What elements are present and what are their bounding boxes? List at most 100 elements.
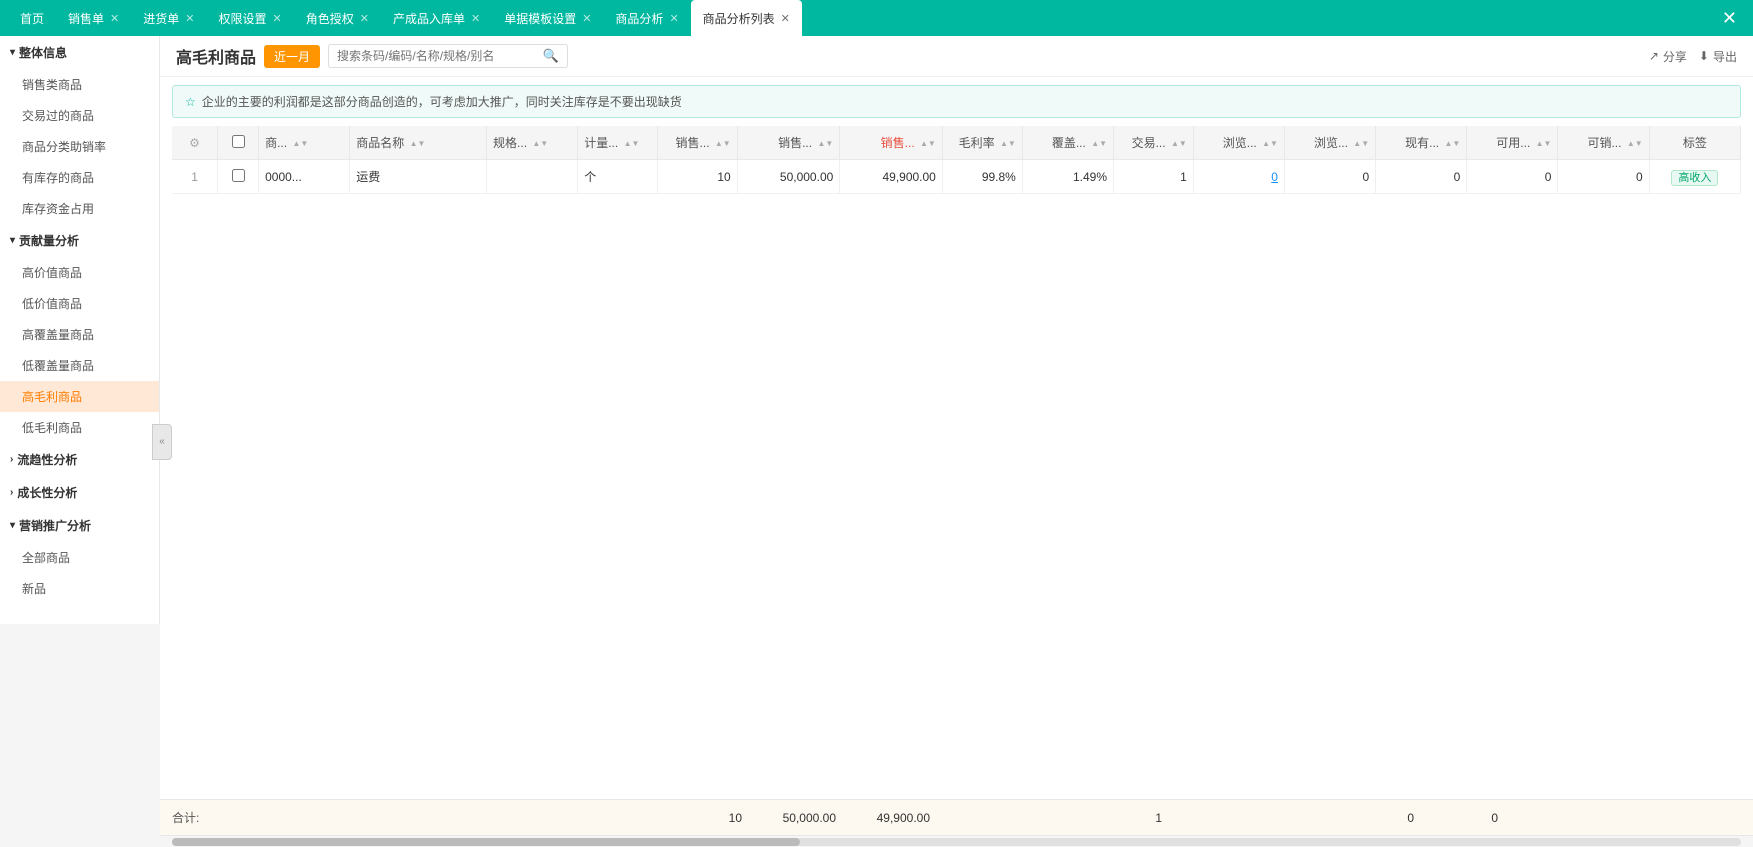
sidebar-group-overall[interactable]: ▾ 整体信息: [0, 36, 159, 69]
nav-item-purchase[interactable]: 进货单 ✕: [131, 0, 206, 36]
sidebar-item-high-margin[interactable]: 高毛利商品: [0, 381, 159, 412]
col-header-name[interactable]: 商品名称 ▲▼: [350, 126, 487, 160]
nav-item-template[interactable]: 单据模板设置 ✕: [492, 0, 603, 36]
sort-name-icon[interactable]: ▲▼: [410, 140, 426, 148]
sidebar-group-contribution[interactable]: ▾ 贡献量分析: [0, 224, 159, 257]
col-header-sale-profit[interactable]: 销售... ▲▼: [840, 126, 943, 160]
close-role-icon[interactable]: ✕: [360, 12, 369, 25]
sort-saleable-icon[interactable]: ▲▼: [1627, 140, 1643, 148]
sidebar-collapse-button[interactable]: «: [152, 424, 172, 460]
close-analysis-list-icon[interactable]: ✕: [781, 12, 790, 25]
sort-browse1-icon[interactable]: ▲▼: [1262, 140, 1278, 148]
col-header-coverage[interactable]: 覆盖... ▲▼: [1022, 126, 1113, 160]
sidebar-item-low-value[interactable]: 低价值商品: [0, 288, 159, 319]
col-header-sale-amt[interactable]: 销售... ▲▼: [737, 126, 840, 160]
row-tag-1[interactable]: 高收入: [1649, 160, 1740, 194]
close-inbound-icon[interactable]: ✕: [471, 12, 480, 25]
row-margin-rate-1: 99.8%: [942, 160, 1022, 194]
data-table: ⚙ 商... ▲▼ 商品名称 ▲▼: [172, 126, 1741, 194]
footer-sale-amt: 50,000.00: [746, 811, 836, 825]
row-coverage-1: 1.49%: [1022, 160, 1113, 194]
gear-icon[interactable]: ⚙: [189, 136, 200, 150]
nav-item-role[interactable]: 角色授权 ✕: [294, 0, 381, 36]
nav-item-permission[interactable]: 权限设置 ✕: [206, 0, 293, 36]
nav-item-inbound[interactable]: 产成品入库单 ✕: [381, 0, 492, 36]
filter-recent-month-button[interactable]: 近一月: [264, 45, 320, 68]
nav-item-home[interactable]: 首页: [8, 0, 56, 36]
row-stock-1: 0: [1376, 160, 1467, 194]
col-header-stock[interactable]: 现有... ▲▼: [1376, 126, 1467, 160]
sort-margin-icon[interactable]: ▲▼: [1000, 140, 1016, 148]
col-header-avail[interactable]: 可用... ▲▼: [1467, 126, 1558, 160]
sidebar-group-flow[interactable]: › 流趋性分析: [0, 443, 159, 476]
sort-code-icon[interactable]: ▲▼: [292, 140, 308, 148]
sidebar-item-high-coverage[interactable]: 高覆盖量商品: [0, 319, 159, 350]
search-input[interactable]: [337, 49, 539, 63]
col-header-sale-qty[interactable]: 销售... ▲▼: [657, 126, 737, 160]
col-header-saleable[interactable]: 可销... ▲▼: [1558, 126, 1649, 160]
footer-trade: 1: [1092, 811, 1162, 825]
row-name-1: 运费: [350, 160, 487, 194]
scrollbar-thumb[interactable]: [172, 838, 800, 846]
nav-item-analysis-list[interactable]: 商品分析列表 ✕: [691, 0, 802, 36]
sort-browse2-icon[interactable]: ▲▼: [1353, 140, 1369, 148]
sidebar-item-high-value[interactable]: 高价值商品: [0, 257, 159, 288]
sidebar-item-traded-goods[interactable]: 交易过的商品: [0, 100, 159, 131]
col-header-spec[interactable]: 规格... ▲▼: [487, 126, 578, 160]
row-browse1-1[interactable]: 0: [1193, 160, 1284, 194]
window-close-icon[interactable]: ✕: [1714, 8, 1745, 29]
row-code-1: 0000...: [259, 160, 350, 194]
sort-saleqty-icon[interactable]: ▲▼: [715, 140, 731, 148]
footer-avail: 0: [1418, 811, 1498, 825]
sort-stock-icon[interactable]: ▲▼: [1444, 140, 1460, 148]
col-header-browse2[interactable]: 浏览... ▲▼: [1284, 126, 1375, 160]
nav-item-sales[interactable]: 销售单 ✕: [56, 0, 131, 36]
close-analysis-icon[interactable]: ✕: [669, 12, 678, 25]
browse1-link-1[interactable]: 0: [1271, 170, 1278, 184]
page-title: 高毛利商品: [176, 44, 256, 68]
sidebar-item-low-margin[interactable]: 低毛利商品: [0, 412, 159, 443]
export-button[interactable]: ⬇ 导出: [1699, 48, 1737, 65]
tip-text: 企业的主要的利润都是这部分商品创造的，可考虑加大推广，同时关注库存是不要出现缺货: [202, 93, 682, 110]
sidebar-item-in-stock[interactable]: 有库存的商品: [0, 162, 159, 193]
nav-item-analysis[interactable]: 商品分析 ✕: [603, 0, 690, 36]
sidebar-group-growth[interactable]: › 成长性分析: [0, 476, 159, 509]
table-scroll-bar[interactable]: [160, 835, 1753, 847]
sidebar-item-sales-goods[interactable]: 销售类商品: [0, 69, 159, 100]
footer-summary: 合计: 10 50,000.00 49,900.00 1 0 0: [160, 799, 1753, 835]
col-header-code[interactable]: 商... ▲▼: [259, 126, 350, 160]
close-template-icon[interactable]: ✕: [582, 12, 591, 25]
col-header-trade[interactable]: 交易... ▲▼: [1114, 126, 1194, 160]
sidebar-item-category-rate[interactable]: 商品分类助销率: [0, 131, 159, 162]
share-button[interactable]: ↗ 分享: [1649, 48, 1687, 65]
sort-trade-icon[interactable]: ▲▼: [1171, 140, 1187, 148]
sort-unit-icon[interactable]: ▲▼: [624, 140, 640, 148]
sidebar-item-low-coverage[interactable]: 低覆盖量商品: [0, 350, 159, 381]
sidebar-group-marketing[interactable]: ▾ 营销推广分析: [0, 509, 159, 542]
col-header-browse1[interactable]: 浏览... ▲▼: [1193, 126, 1284, 160]
sort-coverage-icon[interactable]: ▲▼: [1091, 140, 1107, 148]
close-purchase-icon[interactable]: ✕: [185, 12, 194, 25]
sort-avail-icon[interactable]: ▲▼: [1536, 140, 1552, 148]
sidebar-item-all-goods[interactable]: 全部商品: [0, 542, 159, 573]
sort-saleamt-icon[interactable]: ▲▼: [817, 140, 833, 148]
sort-spec-icon[interactable]: ▲▼: [532, 140, 548, 148]
row-checkbox-1[interactable]: [232, 169, 245, 182]
col-header-unit[interactable]: 计量... ▲▼: [578, 126, 658, 160]
col-header-margin-rate[interactable]: 毛利率 ▲▼: [942, 126, 1022, 160]
collapse-contribution-icon: ▾: [10, 235, 15, 246]
select-all-checkbox[interactable]: [232, 135, 245, 148]
close-sales-icon[interactable]: ✕: [110, 12, 119, 25]
main-layout: ▾ 整体信息 销售类商品 交易过的商品 商品分类助销率 有库存的商品 库存资金占…: [0, 36, 1753, 847]
row-saleable-1: 0: [1558, 160, 1649, 194]
col-header-check: [218, 126, 259, 160]
row-check-1[interactable]: [218, 160, 259, 194]
sidebar: ▾ 整体信息 销售类商品 交易过的商品 商品分类助销率 有库存的商品 库存资金占…: [0, 36, 160, 624]
close-permission-icon[interactable]: ✕: [273, 12, 282, 25]
search-box: 🔍: [328, 44, 568, 68]
sort-profit-icon[interactable]: ▲▼: [920, 140, 936, 148]
scrollbar-track[interactable]: [172, 838, 1741, 846]
sidebar-item-new-goods[interactable]: 新品: [0, 573, 159, 604]
sidebar-item-stock-fund[interactable]: 库存资金占用: [0, 193, 159, 224]
table-container[interactable]: ⚙ 商... ▲▼ 商品名称 ▲▼: [172, 126, 1741, 799]
